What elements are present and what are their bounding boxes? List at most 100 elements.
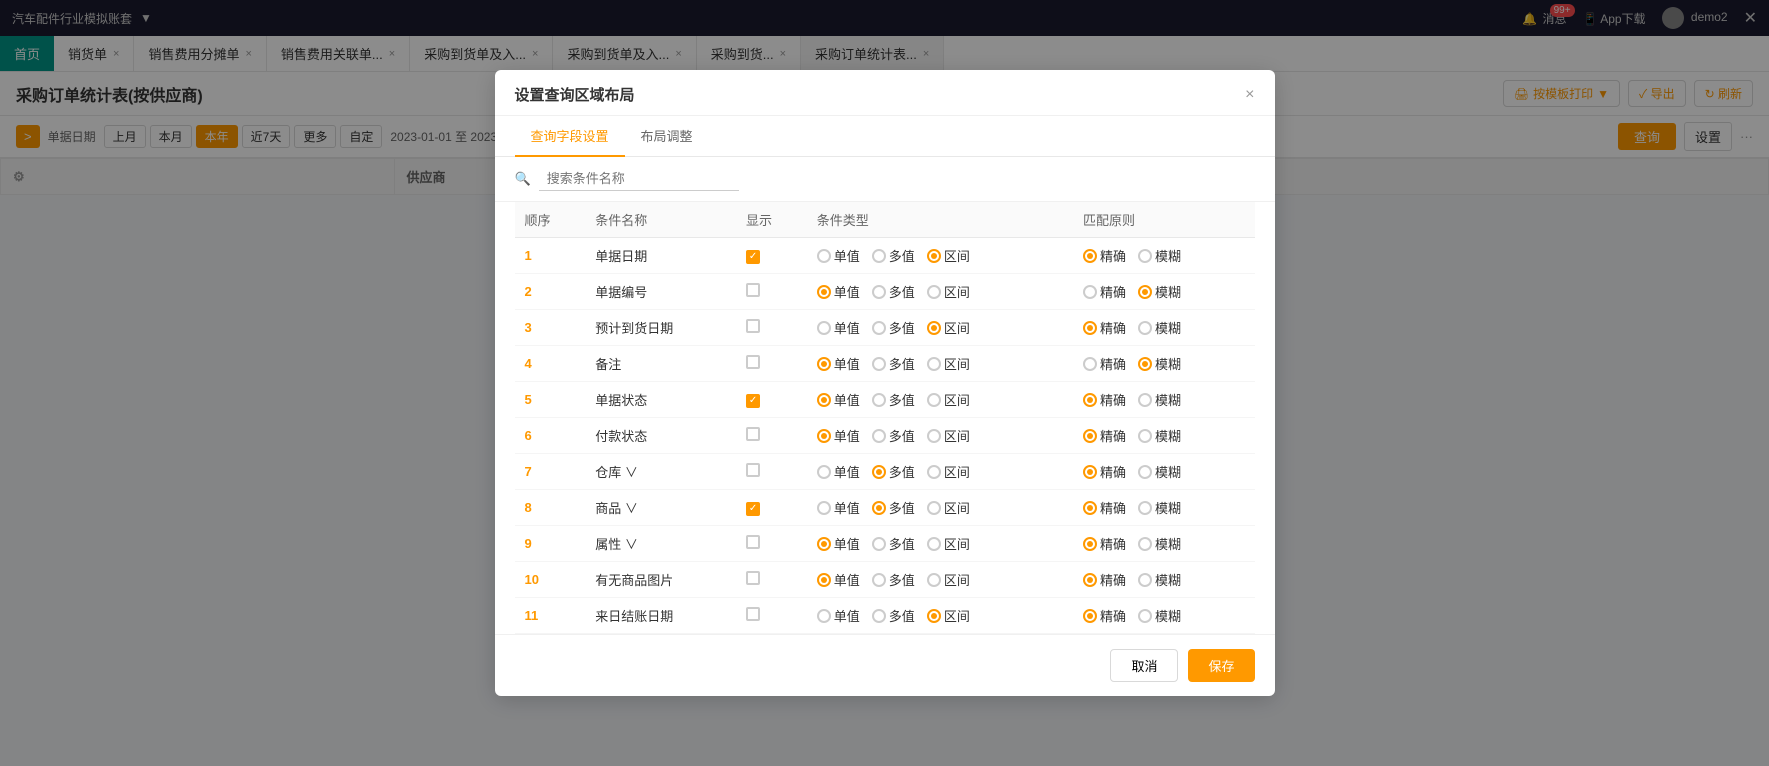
radio-circle-icon (872, 537, 886, 551)
radio-match-item[interactable]: 模糊 (1138, 282, 1181, 301)
modal-tab-layout-adjust[interactable]: 布局调整 (625, 116, 709, 157)
row-condition-name: 付款状态 (585, 418, 736, 454)
radio-type-item[interactable]: 单值 (817, 498, 860, 517)
row-display-checkbox[interactable] (736, 454, 807, 490)
radio-type-item[interactable]: 多值 (872, 534, 915, 553)
radio-match-item[interactable]: 精确 (1083, 534, 1126, 553)
radio-match-item[interactable]: 精确 (1083, 354, 1126, 373)
radio-type-item[interactable]: 多值 (872, 354, 915, 373)
checkbox-icon[interactable] (746, 355, 760, 369)
row-display-checkbox[interactable] (736, 346, 807, 382)
checkbox-icon[interactable] (746, 607, 760, 621)
radio-type-item[interactable]: 区间 (927, 318, 970, 337)
btn-cancel[interactable]: 取消 (1110, 649, 1178, 682)
row-display-checkbox[interactable] (736, 418, 807, 454)
radio-type-item[interactable]: 多值 (872, 606, 915, 625)
radio-match-item[interactable]: 模糊 (1138, 246, 1181, 265)
radio-type-item[interactable]: 多值 (872, 498, 915, 517)
row-display-checkbox[interactable] (736, 310, 807, 346)
radio-match-item[interactable]: 模糊 (1138, 426, 1181, 445)
row-type-radios: 单值多值区间 (807, 274, 1073, 310)
radio-type-item[interactable]: 单值 (817, 534, 860, 553)
row-condition-name: 仓库 ∨ (585, 454, 736, 490)
modal-tab-query-fields[interactable]: 查询字段设置 (515, 116, 625, 157)
radio-type-item[interactable]: 区间 (927, 570, 970, 589)
radio-type-item[interactable]: 多值 (872, 282, 915, 301)
radio-match-item[interactable]: 精确 (1083, 318, 1126, 337)
radio-match-label: 精确 (1100, 462, 1126, 481)
row-display-checkbox[interactable] (736, 562, 807, 598)
search-input[interactable] (539, 167, 739, 191)
radio-type-item[interactable]: 多值 (872, 462, 915, 481)
checkbox-icon[interactable]: ✓ (746, 250, 760, 264)
row-display-checkbox[interactable] (736, 274, 807, 310)
radio-circle-icon (817, 249, 831, 263)
btn-save[interactable]: 保存 (1188, 649, 1254, 682)
radio-match-item[interactable]: 模糊 (1138, 354, 1181, 373)
radio-match-item[interactable]: 精确 (1083, 426, 1126, 445)
radio-type-item[interactable]: 多值 (872, 390, 915, 409)
radio-type-item[interactable]: 多值 (872, 570, 915, 589)
checkbox-icon[interactable] (746, 571, 760, 585)
checkbox-icon[interactable] (746, 319, 760, 333)
radio-circle-icon (1138, 429, 1152, 443)
radio-type-item[interactable]: 单值 (817, 390, 860, 409)
row-type-radios: 单值多值区间 (807, 598, 1073, 634)
radio-type-item[interactable]: 区间 (927, 390, 970, 409)
radio-match-item[interactable]: 精确 (1083, 390, 1126, 409)
row-display-checkbox[interactable] (736, 598, 807, 634)
radio-type-item[interactable]: 区间 (927, 354, 970, 373)
radio-circle-icon (872, 249, 886, 263)
radio-type-item[interactable]: 区间 (927, 534, 970, 553)
radio-type-item[interactable]: 多值 (872, 246, 915, 265)
radio-match-item[interactable]: 精确 (1083, 498, 1126, 517)
checkbox-icon[interactable] (746, 535, 760, 549)
modal-close-button[interactable]: × (1245, 86, 1254, 104)
radio-match-item[interactable]: 模糊 (1138, 534, 1181, 553)
radio-type-item[interactable]: 单值 (817, 462, 860, 481)
radio-type-item[interactable]: 区间 (927, 606, 970, 625)
checkbox-icon[interactable]: ✓ (746, 394, 760, 408)
radio-type-item[interactable]: 单值 (817, 570, 860, 589)
modal-table-row: 10有无商品图片单值多值区间精确模糊 (515, 562, 1255, 598)
radio-type-item[interactable]: 区间 (927, 426, 970, 445)
radio-circle-icon (817, 429, 831, 443)
radio-type-item[interactable]: 单值 (817, 606, 860, 625)
row-display-checkbox[interactable]: ✓ (736, 490, 807, 526)
radio-circle-icon (872, 501, 886, 515)
radio-match-item[interactable]: 模糊 (1138, 570, 1181, 589)
radio-circle-icon (1083, 609, 1097, 623)
radio-type-item[interactable]: 单值 (817, 426, 860, 445)
radio-match-item[interactable]: 模糊 (1138, 606, 1181, 625)
radio-type-item[interactable]: 区间 (927, 462, 970, 481)
radio-match-item[interactable]: 精确 (1083, 282, 1126, 301)
radio-circle-icon (817, 573, 831, 587)
radio-type-item[interactable]: 单值 (817, 246, 860, 265)
row-display-checkbox[interactable] (736, 526, 807, 562)
radio-type-item[interactable]: 单值 (817, 354, 860, 373)
row-display-checkbox[interactable]: ✓ (736, 382, 807, 418)
row-display-checkbox[interactable]: ✓ (736, 238, 807, 274)
radio-type-item[interactable]: 区间 (927, 498, 970, 517)
radio-type-item[interactable]: 多值 (872, 426, 915, 445)
radio-type-item[interactable]: 单值 (817, 282, 860, 301)
checkbox-icon[interactable] (746, 463, 760, 477)
radio-match-item[interactable]: 精确 (1083, 570, 1126, 589)
radio-type-item[interactable]: 多值 (872, 318, 915, 337)
radio-match-item[interactable]: 精确 (1083, 246, 1126, 265)
radio-type-label: 单值 (834, 498, 860, 517)
radio-match-item[interactable]: 模糊 (1138, 318, 1181, 337)
radio-match-item[interactable]: 精确 (1083, 606, 1126, 625)
radio-type-item[interactable]: 区间 (927, 246, 970, 265)
radio-match-item[interactable]: 模糊 (1138, 498, 1181, 517)
radio-type-label: 区间 (944, 570, 970, 589)
radio-match-item[interactable]: 模糊 (1138, 390, 1181, 409)
checkbox-icon[interactable]: ✓ (746, 502, 760, 516)
radio-type-item[interactable]: 单值 (817, 318, 860, 337)
radio-match-item[interactable]: 模糊 (1138, 462, 1181, 481)
row-type-radios: 单值多值 区间 (807, 562, 1073, 598)
radio-type-item[interactable]: 区间 (927, 282, 970, 301)
radio-match-item[interactable]: 精确 (1083, 462, 1126, 481)
checkbox-icon[interactable] (746, 427, 760, 441)
checkbox-icon[interactable] (746, 283, 760, 297)
